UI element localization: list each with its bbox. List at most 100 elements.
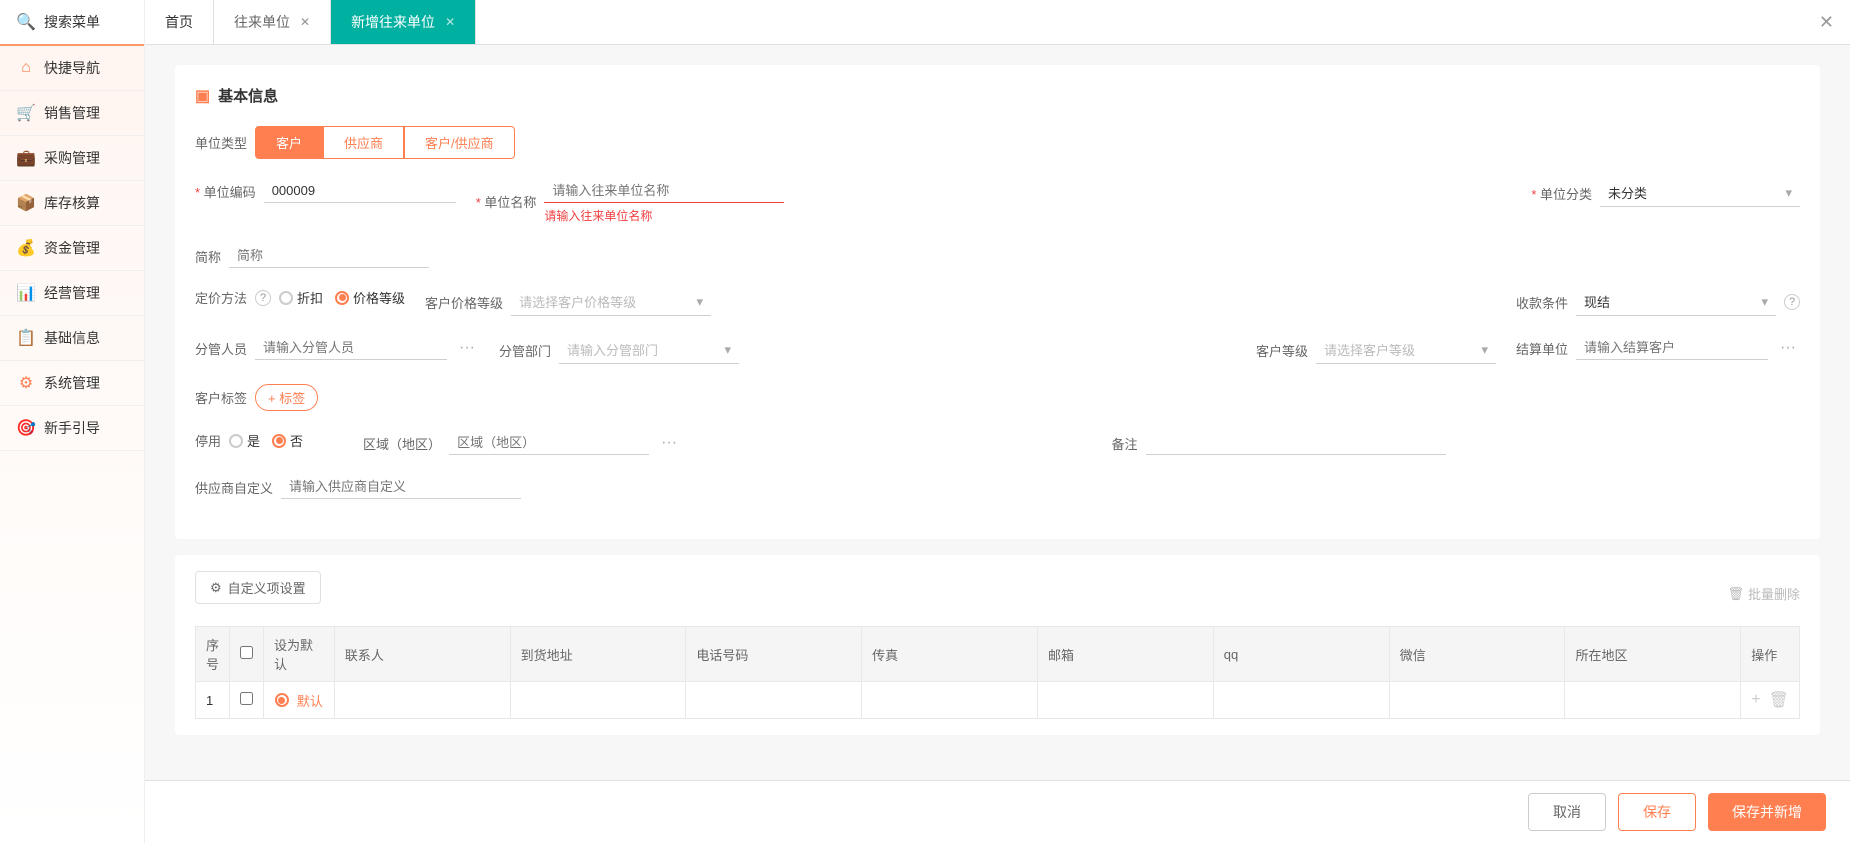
add-tag-button[interactable]: + 标签 <box>255 384 318 411</box>
cell-wechat[interactable] <box>1389 682 1565 719</box>
abbr-input[interactable] <box>229 244 429 268</box>
email-input[interactable] <box>1048 693 1203 708</box>
disable-no[interactable]: 否 <box>272 431 303 450</box>
qq-input[interactable] <box>1224 693 1379 708</box>
disable-no-circle <box>272 434 286 448</box>
batch-delete-label: 批量删除 <box>1748 584 1800 603</box>
home-icon: ⌂ <box>16 58 36 78</box>
cell-email[interactable] <box>1037 682 1213 719</box>
category-arrow-icon: ▾ <box>1785 185 1792 201</box>
purchase-icon: 💼 <box>16 148 36 168</box>
sidebar-item-sales[interactable]: 🛒 销售管理 <box>0 91 144 136</box>
remark-input[interactable] <box>1146 431 1446 455</box>
sidebar-item-basic[interactable]: 📋 基础信息 <box>0 316 144 361</box>
payment-terms-select[interactable]: 现结 ▾ <box>1576 288 1776 316</box>
section-title-icon: ▣ <box>195 86 210 106</box>
disable-yes[interactable]: 是 <box>229 431 260 450</box>
sidebar-item-quicknav[interactable]: ⌂ 快捷导航 <box>0 46 144 91</box>
abbr-label: 简称 <box>195 247 221 266</box>
table-region-input[interactable] <box>1575 693 1730 708</box>
tab-partners-close[interactable]: ✕ <box>300 15 310 29</box>
unit-name-col: 请输入往来单位名称 <box>544 179 784 224</box>
tab-new-partner[interactable]: 新增往来单位 ✕ <box>331 0 476 44</box>
contact-input[interactable] <box>345 693 500 708</box>
region-input[interactable] <box>449 431 649 455</box>
customer-level-select[interactable]: 请选择客户等级 ▾ <box>1316 336 1496 364</box>
pricing-group: 定价方法 ? 折扣 价格等级 <box>195 288 405 307</box>
sidebar-item-inventory[interactable]: 📦 库存核算 <box>0 181 144 226</box>
sidebar-item-purchase[interactable]: 💼 采购管理 <box>0 136 144 181</box>
settlement-input[interactable] <box>1576 336 1768 360</box>
cell-default: 默认 <box>264 682 335 719</box>
cell-address[interactable] <box>510 682 686 719</box>
table-row: 1 默认 <box>196 682 1800 719</box>
fax-input[interactable] <box>872 693 1027 708</box>
supplier-custom-group: 供应商自定义 <box>195 475 521 499</box>
pricing-help-icon[interactable]: ? <box>255 290 271 306</box>
address-input[interactable] <box>521 693 676 708</box>
sidebar-item-system[interactable]: ⚙ 系统管理 <box>0 361 144 406</box>
row-checkbox[interactable] <box>240 692 253 705</box>
price-level-arrow-icon: ▾ <box>697 294 704 310</box>
unit-name-label: 单位名称 <box>476 192 537 211</box>
pricing-row: 定价方法 ? 折扣 价格等级 客户价格等级 <box>195 288 1800 316</box>
phone-input[interactable] <box>696 693 851 708</box>
select-all-checkbox[interactable] <box>240 646 253 659</box>
default-radio[interactable]: 默认 <box>274 691 324 710</box>
supplier-custom-input[interactable] <box>281 475 521 499</box>
unit-name-input[interactable] <box>544 179 784 203</box>
delete-row-btn[interactable]: 🗑 <box>1769 690 1789 710</box>
customer-level-label: 客户等级 <box>1256 341 1308 360</box>
cell-phone[interactable] <box>686 682 862 719</box>
custom-settings-label: 自定义项设置 <box>228 578 306 597</box>
tag-group: 客户标签 + 标签 <box>195 384 318 411</box>
unit-type-group: 单位类型 客户 供应商 客户/供应商 <box>195 126 515 159</box>
pricing-radio-discount[interactable]: 折扣 <box>279 288 323 307</box>
type-btn-customer[interactable]: 客户 <box>255 126 323 159</box>
tab-bar: 首页 往来单位 ✕ 新增往来单位 ✕ ✕ <box>145 0 1850 45</box>
add-row-btn[interactable]: + <box>1751 690 1760 710</box>
save-new-button[interactable]: 保存并新增 <box>1708 793 1826 831</box>
wechat-input[interactable] <box>1400 693 1555 708</box>
sidebar-item-finance[interactable]: 💰 资金管理 <box>0 226 144 271</box>
type-btn-supplier[interactable]: 供应商 <box>323 126 404 159</box>
sidebar-label-inventory: 库存核算 <box>44 193 100 213</box>
cell-region[interactable] <box>1565 682 1741 719</box>
unit-name-error: 请输入往来单位名称 <box>544 207 784 224</box>
supplier-custom-row: 供应商自定义 <box>195 475 1800 499</box>
settlement-dots-btn[interactable]: ··· <box>1776 339 1800 357</box>
save-button[interactable]: 保存 <box>1618 793 1696 831</box>
batch-delete-btn[interactable]: 🗑 批量删除 <box>1727 584 1800 603</box>
sidebar-item-operations[interactable]: 📊 经营管理 <box>0 271 144 316</box>
customer-price-level-select[interactable]: 请选择客户价格等级 ▾ <box>511 288 711 316</box>
unit-category-select[interactable]: 未分类 ▾ <box>1600 179 1800 207</box>
tab-partners[interactable]: 往来单位 ✕ <box>214 0 331 44</box>
region-dots-btn[interactable]: ··· <box>657 434 681 452</box>
tab-new-partner-close[interactable]: ✕ <box>445 15 455 29</box>
department-select[interactable]: 请输入分管部门 ▾ <box>559 336 739 364</box>
unit-category-label: 单位分类 <box>1531 184 1592 203</box>
manager-dots-btn[interactable]: ··· <box>455 339 479 357</box>
cancel-button[interactable]: 取消 <box>1528 793 1606 831</box>
payment-terms-help-icon[interactable]: ? <box>1784 294 1800 310</box>
pricing-radio-group: 折扣 价格等级 <box>279 288 405 307</box>
type-btn-both[interactable]: 客户/供应商 <box>404 126 515 159</box>
cell-contact[interactable] <box>334 682 510 719</box>
window-close-button[interactable]: ✕ <box>1803 12 1850 33</box>
pricing-radio-level[interactable]: 价格等级 <box>335 288 405 307</box>
cell-qq[interactable] <box>1213 682 1389 719</box>
sidebar-label-quicknav: 快捷导航 <box>44 58 100 78</box>
unit-code-input[interactable] <box>264 179 456 203</box>
cell-actions: + 🗑 <box>1741 682 1800 719</box>
manager-input[interactable] <box>255 336 447 360</box>
tab-new-partner-label: 新增往来单位 <box>351 12 435 32</box>
tab-home[interactable]: 首页 <box>145 0 214 44</box>
cell-fax[interactable] <box>862 682 1038 719</box>
unit-type-row: 单位类型 客户 供应商 客户/供应商 <box>195 126 1800 159</box>
custom-settings-button[interactable]: ⚙ 自定义项设置 <box>195 571 321 604</box>
col-region: 所在地区 <box>1565 627 1741 682</box>
sidebar-item-search[interactable]: 🔍 搜索菜单 <box>0 0 144 46</box>
discount-radio-circle <box>279 291 293 305</box>
sidebar-item-guide[interactable]: 🎯 新手引导 <box>0 406 144 451</box>
department-label: 分管部门 <box>499 341 551 360</box>
